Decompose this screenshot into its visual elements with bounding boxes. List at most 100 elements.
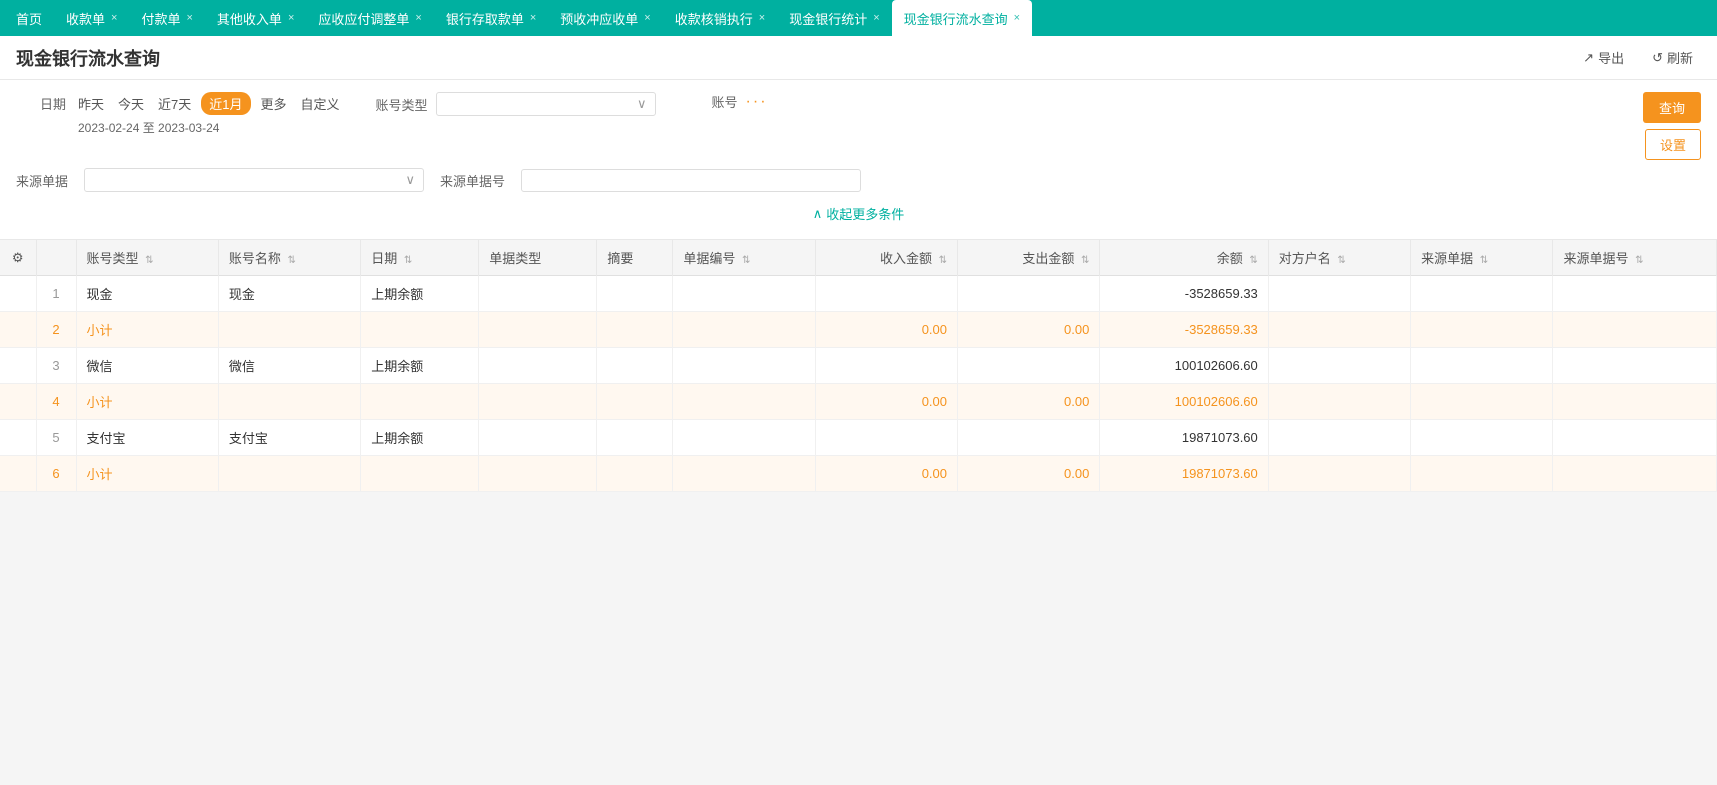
row-counterpart <box>1268 384 1410 420</box>
row-expense: 0.00 <box>958 312 1100 348</box>
sort-date-icon[interactable]: ⇅ <box>404 255 412 266</box>
close-bank-deposit-icon[interactable]: × <box>530 12 536 24</box>
account-type-label: 账号类型 <box>376 95 428 114</box>
account-ellipsis-button[interactable]: ··· <box>746 93 768 111</box>
nav-home[interactable]: 首页 <box>4 0 54 36</box>
row-gear <box>0 312 36 348</box>
close-collection-exec-icon[interactable]: × <box>759 12 765 24</box>
col-date[interactable]: 日期 ⇅ <box>361 240 479 276</box>
row-doc-no <box>673 312 815 348</box>
col-doc-no[interactable]: 单据编号 ⇅ <box>673 240 815 276</box>
close-other-income-icon[interactable]: × <box>288 12 294 24</box>
col-expense[interactable]: 支出金额 ⇅ <box>958 240 1100 276</box>
row-expense <box>958 420 1100 456</box>
nav-adjustment[interactable]: 应收应付调整单 × <box>306 0 433 36</box>
row-account-type: 小计 <box>76 456 218 492</box>
action-buttons: 查询 设置 <box>1643 92 1701 160</box>
nav-cash-bank-stat[interactable]: 现金银行统计 × <box>777 0 891 36</box>
gear-column-header[interactable]: ⚙ <box>0 240 36 276</box>
row-doc-no <box>673 420 815 456</box>
source-doc-select[interactable]: ∨ <box>84 168 424 192</box>
row-num: 1 <box>36 276 76 312</box>
sort-account-name-icon[interactable]: ⇅ <box>287 255 295 266</box>
col-source-doc[interactable]: 来源单据 ⇅ <box>1411 240 1553 276</box>
row-doc-type <box>479 276 597 312</box>
table-body: 1现金现金上期余额-3528659.332小计0.000.00-3528659.… <box>0 276 1717 492</box>
close-cash-bank-flow-icon[interactable]: × <box>1014 12 1020 24</box>
row-gear <box>0 276 36 312</box>
source-doc-no-input[interactable] <box>521 169 861 192</box>
row-summary <box>597 384 673 420</box>
sort-source-doc-icon[interactable]: ⇅ <box>1480 255 1488 266</box>
sort-source-doc-no-icon[interactable]: ⇅ <box>1635 255 1643 266</box>
col-source-doc-no[interactable]: 来源单据号 ⇅ <box>1553 240 1717 276</box>
col-summary: 摘要 <box>597 240 673 276</box>
row-counterpart <box>1268 276 1410 312</box>
nav-bank-deposit[interactable]: 银行存取款单 × <box>434 0 548 36</box>
row-balance: 19871073.60 <box>1100 456 1268 492</box>
sort-counterpart-icon[interactable]: ⇅ <box>1337 255 1345 266</box>
settings-button[interactable]: 设置 <box>1645 129 1701 160</box>
row-account-type: 小计 <box>76 384 218 420</box>
sort-expense-icon[interactable]: ⇅ <box>1081 255 1089 266</box>
row-account-type: 小计 <box>76 312 218 348</box>
sort-account-type-icon[interactable]: ⇅ <box>145 255 153 266</box>
date-opt-yesterday[interactable]: 昨天 <box>74 92 108 115</box>
row-account-type: 微信 <box>76 348 218 384</box>
col-account-type[interactable]: 账号类型 ⇅ <box>76 240 218 276</box>
col-income[interactable]: 收入金额 ⇅ <box>815 240 957 276</box>
sort-balance-icon[interactable]: ⇅ <box>1249 255 1257 266</box>
account-type-arrow-icon: ∨ <box>637 96 647 112</box>
row-num: 4 <box>36 384 76 420</box>
date-opt-custom[interactable]: 自定义 <box>297 92 344 115</box>
row-summary <box>597 276 673 312</box>
row-date: 上期余额 <box>361 276 479 312</box>
row-balance: -3528659.33 <box>1100 276 1268 312</box>
nav-collection-exec[interactable]: 收款核销执行 × <box>663 0 777 36</box>
header-actions: ↗ 导出 ↺ 刷新 <box>1575 44 1701 71</box>
close-receipt-icon[interactable]: × <box>111 12 117 24</box>
row-gear <box>0 420 36 456</box>
row-balance: 19871073.60 <box>1100 420 1268 456</box>
col-counterpart[interactable]: 对方户名 ⇅ <box>1268 240 1410 276</box>
row-gear <box>0 456 36 492</box>
close-payment-icon[interactable]: × <box>186 12 192 24</box>
date-opt-today[interactable]: 今天 <box>114 92 148 115</box>
gear-icon[interactable]: ⚙ <box>12 250 24 265</box>
nav-receipt[interactable]: 收款单 × <box>54 0 129 36</box>
table-header-row: ⚙ 账号类型 ⇅ 账号名称 ⇅ 日期 ⇅ 单据类型 <box>0 240 1717 276</box>
date-opt-1month[interactable]: 近1月 <box>201 92 250 115</box>
col-balance[interactable]: 余额 ⇅ <box>1100 240 1268 276</box>
table-row: 4小计0.000.00100102606.60 <box>0 384 1717 420</box>
row-source-doc-no <box>1553 276 1717 312</box>
date-opt-more[interactable]: 更多 <box>257 92 291 115</box>
source-doc-arrow-icon: ∨ <box>406 172 416 188</box>
export-button[interactable]: ↗ 导出 <box>1575 44 1632 71</box>
table-row: 3微信微信上期余额100102606.60 <box>0 348 1717 384</box>
nav-payment[interactable]: 付款单 × <box>129 0 204 36</box>
nav-advance-offset[interactable]: 预收冲应收单 × <box>548 0 662 36</box>
sort-income-icon[interactable]: ⇅ <box>939 255 947 266</box>
date-opt-7days[interactable]: 近7天 <box>154 92 195 115</box>
table-row: 2小计0.000.00-3528659.33 <box>0 312 1717 348</box>
sort-doc-no-icon[interactable]: ⇅ <box>742 255 750 266</box>
account-type-select[interactable]: ∨ <box>436 92 656 116</box>
row-date <box>361 456 479 492</box>
collapse-bar[interactable]: ∧ 收起更多条件 <box>16 200 1701 227</box>
close-advance-offset-icon[interactable]: × <box>644 12 650 24</box>
export-icon: ↗ <box>1583 50 1594 66</box>
row-expense <box>958 348 1100 384</box>
collapse-up-icon: ∧ <box>813 206 823 222</box>
refresh-button[interactable]: ↺ 刷新 <box>1644 44 1701 71</box>
row-source-doc-no <box>1553 348 1717 384</box>
close-adjustment-icon[interactable]: × <box>415 12 421 24</box>
row-expense: 0.00 <box>958 384 1100 420</box>
query-button[interactable]: 查询 <box>1643 92 1701 123</box>
nav-cash-bank-flow[interactable]: 现金银行流水查询 × <box>892 0 1032 36</box>
row-summary <box>597 348 673 384</box>
row-income <box>815 420 957 456</box>
row-expense <box>958 276 1100 312</box>
col-account-name[interactable]: 账号名称 ⇅ <box>218 240 360 276</box>
nav-other-income[interactable]: 其他收入单 × <box>205 0 306 36</box>
close-cash-bank-stat-icon[interactable]: × <box>873 12 879 24</box>
